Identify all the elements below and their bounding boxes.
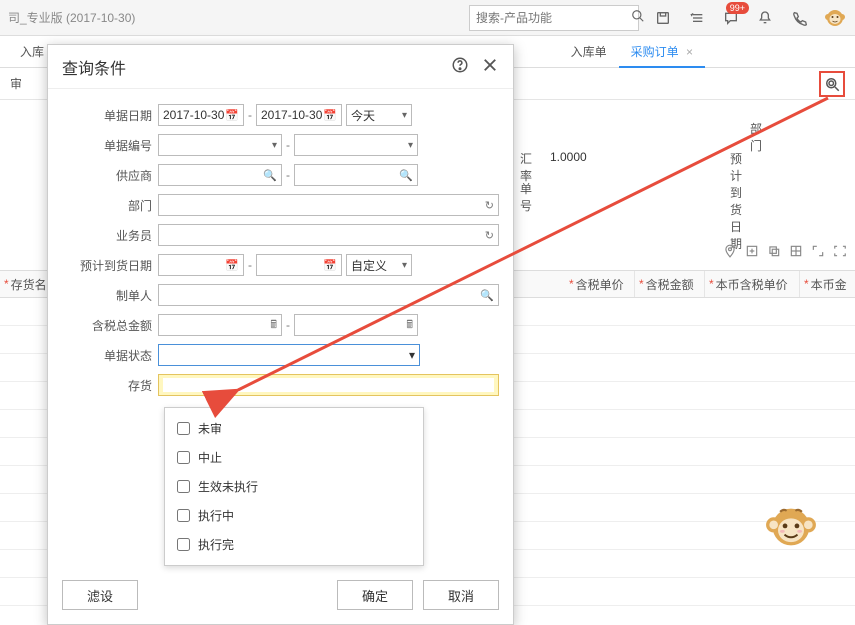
- row-inventory: 存货: [62, 373, 499, 397]
- row-date: 单据日期 2017-10-30📅 - 2017-10-30📅 今天▾: [62, 103, 499, 127]
- tab-inbound[interactable]: 入库单: [559, 36, 619, 68]
- fullscreen-icon[interactable]: [811, 244, 825, 261]
- amount-from-input[interactable]: 🖩: [158, 314, 282, 336]
- col-tax-price: *含税单价: [565, 271, 635, 297]
- global-search[interactable]: [469, 5, 639, 31]
- close-icon[interactable]: [481, 56, 499, 77]
- expect-from-input[interactable]: 📅: [158, 254, 244, 276]
- status-option-executing[interactable]: 执行中: [165, 501, 423, 530]
- date-to-input[interactable]: 2017-10-30📅: [256, 104, 342, 126]
- rate-value: 1.0000: [550, 150, 587, 164]
- calc-icon[interactable]: 🖩: [406, 316, 413, 335]
- expect-date-label: 预计到货日期: [730, 150, 742, 252]
- status-option-effective-unexec[interactable]: 生效未执行: [165, 472, 423, 501]
- docno-from-select[interactable]: ▾: [158, 134, 282, 156]
- cancel-button[interactable]: 取消: [423, 580, 499, 610]
- grid-icon[interactable]: [789, 244, 803, 261]
- row-docno: 单据编号 ▾ - ▾: [62, 133, 499, 157]
- chevron-down-icon: ▾: [409, 348, 415, 362]
- help-icon[interactable]: [451, 56, 469, 77]
- row-amount: 含税总金额 🖩 - 🖩: [62, 313, 499, 337]
- calc-icon[interactable]: 🖩: [270, 316, 277, 335]
- chevron-down-icon: ▾: [272, 140, 277, 151]
- dept-label: 部门: [750, 120, 762, 154]
- chevron-down-icon: ▾: [408, 140, 413, 151]
- add-icon[interactable]: [745, 244, 759, 261]
- monkey-icon[interactable]: [823, 6, 847, 30]
- ok-button[interactable]: 确定: [337, 580, 413, 610]
- refresh-icon[interactable]: ↻: [485, 199, 494, 212]
- top-icon-bar: 99+: [653, 6, 847, 30]
- bell-icon[interactable]: [755, 8, 775, 28]
- status-select[interactable]: ▾: [158, 344, 420, 366]
- dialog-header: 查询条件: [48, 45, 513, 89]
- dialog-footer: 滤设 确定 取消: [48, 572, 513, 624]
- dept-input[interactable]: ↻: [158, 194, 499, 216]
- message-badge: 99+: [726, 2, 749, 14]
- close-icon[interactable]: ×: [686, 45, 693, 59]
- filter-settings-button[interactable]: 滤设: [62, 580, 138, 610]
- amount-to-input[interactable]: 🖩: [294, 314, 418, 336]
- maker-input[interactable]: 🔍: [158, 284, 499, 306]
- location-icon[interactable]: [723, 244, 737, 261]
- calendar-icon[interactable]: 📅: [225, 259, 239, 272]
- docno-label: 单号: [520, 180, 532, 214]
- list-icon[interactable]: [687, 8, 707, 28]
- supplier-from-input[interactable]: 🔍: [158, 164, 282, 186]
- row-maker: 制单人 🔍: [62, 283, 499, 307]
- search-icon[interactable]: 🔍: [263, 169, 277, 182]
- expand-icon[interactable]: [833, 244, 847, 261]
- inventory-input[interactable]: [158, 374, 499, 396]
- top-bar: 司_专业版 (2017-10-30) 99+: [0, 0, 855, 36]
- col-local-tax-price: *本币含税单价: [705, 271, 800, 297]
- status-option-unaudited[interactable]: 未审: [165, 414, 423, 443]
- search-icon[interactable]: 🔍: [399, 169, 413, 182]
- phone-icon[interactable]: [789, 8, 809, 28]
- dialog-body: 单据日期 2017-10-30📅 - 2017-10-30📅 今天▾ 单据编号 …: [48, 89, 513, 572]
- status-option-suspended[interactable]: 中止: [165, 443, 423, 472]
- toolbar-left-partial: 审: [10, 75, 22, 92]
- row-status: 单据状态 ▾: [62, 343, 499, 367]
- row-salesman: 业务员 ↻: [62, 223, 499, 247]
- search-icon[interactable]: 🔍: [480, 289, 494, 302]
- supplier-to-input[interactable]: 🔍: [294, 164, 418, 186]
- dialog-title: 查询条件: [62, 55, 126, 79]
- tab-label: 采购订单: [631, 45, 679, 59]
- calendar-icon[interactable]: 📅: [323, 109, 337, 122]
- query-dialog: 查询条件 单据日期 2017-10-30📅 - 2017-10-30📅 今天▾ …: [47, 44, 514, 625]
- expect-range-select[interactable]: 自定义▾: [346, 254, 412, 276]
- app-title: 司_专业版 (2017-10-30): [8, 9, 135, 26]
- col-local-amount: *本币金: [800, 271, 855, 297]
- tab-purchase-order[interactable]: 采购订单 ×: [619, 36, 705, 68]
- calendar-icon[interactable]: 📅: [225, 109, 239, 122]
- chevron-down-icon: ▾: [402, 260, 407, 271]
- chevron-down-icon: ▾: [402, 110, 407, 121]
- row-supplier: 供应商 🔍 - 🔍: [62, 163, 499, 187]
- col-tax-amount: *含税金额: [635, 271, 705, 297]
- date-range-select[interactable]: 今天▾: [346, 104, 412, 126]
- refresh-icon[interactable]: ↻: [485, 229, 494, 242]
- calendar-icon[interactable]: 📅: [323, 259, 337, 272]
- col-inventory-name: *存货名: [0, 271, 50, 297]
- assistant-monkey-icon[interactable]: [765, 501, 817, 553]
- salesman-input[interactable]: ↻: [158, 224, 499, 246]
- status-option-executed[interactable]: 执行完: [165, 530, 423, 559]
- message-icon[interactable]: 99+: [721, 8, 741, 28]
- row-expect-date: 预计到货日期 📅 - 📅 自定义▾: [62, 253, 499, 277]
- save-icon[interactable]: [653, 8, 673, 28]
- status-dropdown: 未审 中止 生效未执行 执行中 执行完: [164, 407, 424, 566]
- row-dept: 部门 ↻: [62, 193, 499, 217]
- copy-icon[interactable]: [767, 244, 781, 261]
- table-tool-icons: [723, 244, 847, 261]
- search-icon[interactable]: [631, 9, 645, 26]
- advanced-search-button[interactable]: [819, 71, 845, 97]
- rate-label: 汇率: [520, 150, 532, 184]
- expect-to-input[interactable]: 📅: [256, 254, 342, 276]
- docno-to-select[interactable]: ▾: [294, 134, 418, 156]
- global-search-input[interactable]: [476, 11, 631, 25]
- date-from-input[interactable]: 2017-10-30📅: [158, 104, 244, 126]
